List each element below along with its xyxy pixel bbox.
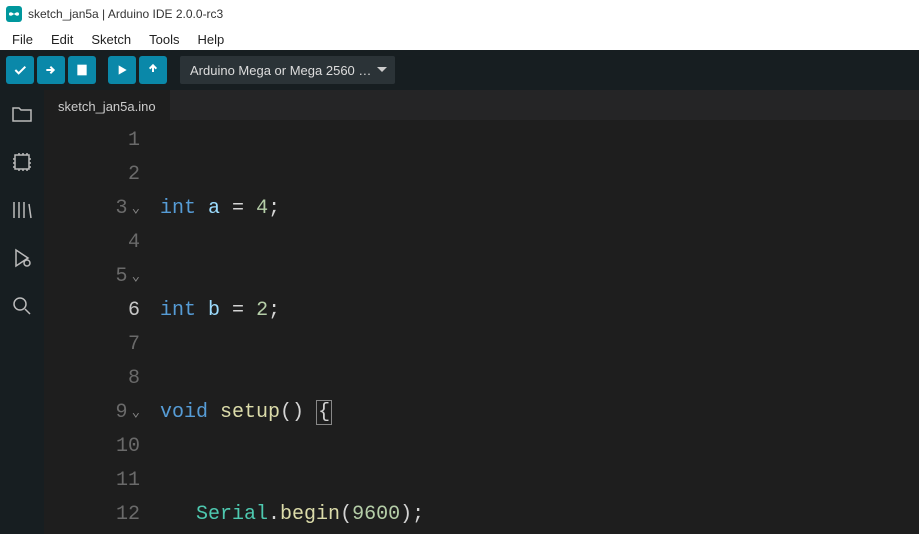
line-number: 7 [110,328,140,362]
workspace: sketch_jan5a.ino 1 2 3⌄ 4 5⌄ 6 7 8 9⌄ 10… [0,90,919,534]
line-number: 3 [98,192,128,226]
titlebar: sketch_jan5a | Arduino IDE 2.0.0-rc3 [0,0,919,28]
search-icon[interactable] [4,288,40,324]
code-line: int a = 4; [154,192,919,226]
line-number: 5 [98,260,128,294]
sidebar [0,90,44,534]
debug-button[interactable] [108,56,136,84]
board-selector[interactable]: Arduino Mega or Mega 2560 … [180,56,395,84]
library-manager-icon[interactable] [4,192,40,228]
line-number: 6 [110,294,140,328]
toolbar: Arduino Mega or Mega 2560 … [0,50,919,90]
editor-area: sketch_jan5a.ino 1 2 3⌄ 4 5⌄ 6 7 8 9⌄ 10… [44,90,919,534]
fold-chevron-icon[interactable]: ⌄ [132,260,140,294]
arduino-app-icon [6,6,22,22]
menu-file[interactable]: File [4,30,41,49]
code-editor[interactable]: 1 2 3⌄ 4 5⌄ 6 7 8 9⌄ 10 11 12 int a = 4;… [44,120,919,534]
code-line: void setup() { [154,396,919,430]
gutter: 1 2 3⌄ 4 5⌄ 6 7 8 9⌄ 10 11 12 [44,120,154,534]
fold-chevron-icon[interactable]: ⌄ [132,396,140,430]
code-line: int b = 2; [154,294,919,328]
line-number: 12 [110,498,140,532]
fold-chevron-icon[interactable]: ⌄ [132,192,140,226]
line-number: 8 [110,362,140,396]
line-number: 2 [110,158,140,192]
menu-help[interactable]: Help [189,30,232,49]
boards-manager-icon[interactable] [4,144,40,180]
board-selector-label: Arduino Mega or Mega 2560 … [190,63,371,78]
menu-sketch[interactable]: Sketch [83,30,139,49]
tab-label: sketch_jan5a.ino [58,99,156,114]
debug-icon[interactable] [4,240,40,276]
folder-icon[interactable] [4,96,40,132]
window-title: sketch_jan5a | Arduino IDE 2.0.0-rc3 [28,7,223,21]
menubar: File Edit Sketch Tools Help [0,28,919,50]
code-line: Serial.begin(9600); [154,498,919,532]
line-number: 1 [110,124,140,158]
open-button[interactable] [139,56,167,84]
new-sketch-button[interactable] [68,56,96,84]
menu-tools[interactable]: Tools [141,30,187,49]
line-number: 11 [110,464,140,498]
line-number: 9 [98,396,128,430]
line-number: 4 [110,226,140,260]
tabbar: sketch_jan5a.ino [44,90,919,120]
code-lines[interactable]: int a = 4; int b = 2; void setup() { Ser… [154,120,919,534]
upload-button[interactable] [37,56,65,84]
verify-button[interactable] [6,56,34,84]
menu-edit[interactable]: Edit [43,30,81,49]
tab-sketch[interactable]: sketch_jan5a.ino [44,90,170,120]
line-number: 10 [110,430,140,464]
